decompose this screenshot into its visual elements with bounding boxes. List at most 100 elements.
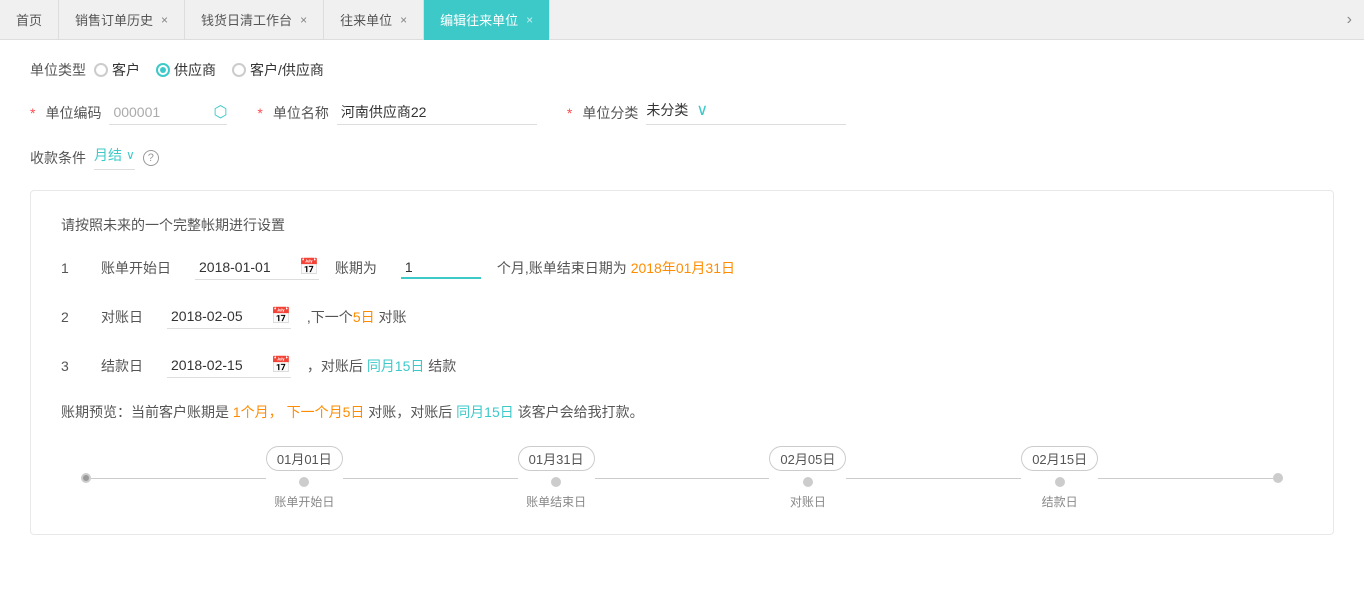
timeline-dot-2 — [551, 477, 561, 487]
tab-sales-order-history-label: 销售订单历史 — [75, 10, 153, 29]
tab-sales-order-history[interactable]: 销售订单历史 × — [59, 0, 185, 40]
unit-code-label: 单位编码 — [45, 103, 101, 123]
chevron-down-icon: ∨ — [126, 148, 135, 162]
setting-label-start: 账单开始日 — [101, 258, 171, 278]
timeline-end-dot — [1273, 473, 1283, 483]
setting-label-payment: 结款日 — [101, 356, 143, 376]
unit-name-label: 单位名称 — [273, 103, 329, 123]
timeline-node-1: 01月01日 账单开始日 — [266, 446, 343, 510]
close-icon[interactable]: × — [526, 13, 533, 27]
category-chevron-icon: ∨ — [696, 100, 708, 120]
timeline-node-label-1: 账单开始日 — [274, 493, 334, 510]
reconcile-date-input-wrapper: 📅 — [167, 304, 291, 329]
timeline-node-label-4: 结款日 — [1042, 493, 1078, 510]
radio-customer-label: 客户 — [112, 60, 140, 80]
payment-terms-group: 收款条件 月结 ∨ ? — [30, 145, 159, 170]
radio-both-label: 客户/供应商 — [250, 60, 324, 80]
timeline-dot-4 — [1055, 477, 1065, 487]
preview-4: 同月15日 — [456, 404, 514, 420]
step-2: 2 — [61, 309, 85, 325]
timeline-line-2 — [343, 478, 518, 479]
timeline-node-label-2: 账单结束日 — [526, 493, 586, 510]
reconcile-highlight: 5日 — [353, 309, 375, 325]
unit-name-input[interactable] — [337, 100, 537, 125]
start-date-input[interactable] — [195, 255, 295, 279]
unit-category-value: 未分类 — [646, 100, 688, 120]
period-label: 账期为 — [335, 258, 377, 278]
tab-partner-units-label: 往来单位 — [340, 10, 392, 29]
setting-label-reconcile: 对账日 — [101, 307, 143, 327]
tab-cash-ledger[interactable]: 钱货日清工作台 × — [185, 0, 324, 40]
timeline: 01月01日 账单开始日 01月31日 账单结束日 02月05日 对账日 02月… — [61, 446, 1303, 510]
step-1: 1 — [61, 260, 85, 276]
radio-supplier-circle — [156, 63, 170, 77]
tab-partner-units[interactable]: 往来单位 × — [324, 0, 424, 40]
preview-3: 对账，对账后 — [368, 404, 452, 420]
setting-row-2: 2 对账日 📅 ,下一个5日 对账 — [61, 304, 1303, 329]
preview-1: 1个月， — [233, 404, 283, 420]
tab-home-label: 首页 — [16, 10, 42, 29]
preview-5: 该客户会给我打款。 — [518, 404, 644, 420]
end-date-highlight: 2018年01月31日 — [631, 260, 735, 276]
help-icon[interactable]: ? — [143, 150, 159, 166]
timeline-dot-1 — [299, 477, 309, 487]
payment-suffix: ，对账后 同月15日 结款 — [307, 356, 456, 376]
payment-terms-label: 收款条件 — [30, 148, 86, 168]
radio-both[interactable]: 客户/供应商 — [232, 60, 324, 80]
timeline-line-4 — [846, 478, 1021, 479]
tab-edit-partner[interactable]: 编辑往来单位 × — [424, 0, 550, 40]
tab-bar: 首页 销售订单历史 × 钱货日清工作台 × 往来单位 × 编辑往来单位 × › — [0, 0, 1364, 40]
unit-type-label: 单位类型 — [30, 60, 86, 80]
payment-date-input-wrapper: 📅 — [167, 353, 291, 378]
required-star-2: * — [257, 105, 262, 121]
settings-box: 请按照未来的一个完整帐期进行设置 1 账单开始日 📅 账期为 个月,账单结束日期… — [30, 190, 1334, 535]
tab-more-button[interactable]: › — [1335, 11, 1364, 29]
radio-group: 客户 供应商 客户/供应商 — [94, 60, 324, 80]
close-icon[interactable]: × — [400, 13, 407, 27]
payment-date-input[interactable] — [167, 353, 267, 377]
setting-row-3: 3 结款日 📅 ，对账后 同月15日 结款 — [61, 353, 1303, 378]
preview-label: 账期预览：当前客户账期是 — [61, 404, 229, 420]
payment-highlight: 同月15日 — [367, 358, 425, 374]
preview-text: 账期预览：当前客户账期是 1个月， 下一个月5日 对账，对账后 同月15日 该客… — [61, 402, 1303, 422]
settings-title: 请按照未来的一个完整帐期进行设置 — [61, 215, 1303, 235]
tab-home[interactable]: 首页 — [0, 0, 59, 40]
payment-terms-select[interactable]: 月结 ∨ — [94, 145, 135, 170]
reconcile-date-input[interactable] — [167, 304, 267, 328]
payment-date-calendar-icon[interactable]: 📅 — [271, 355, 291, 375]
radio-customer[interactable]: 客户 — [94, 60, 140, 80]
reconcile-suffix: ,下一个5日 对账 — [307, 307, 407, 327]
unit-name-group: * 单位名称 — [257, 100, 536, 125]
required-star: * — [30, 105, 35, 121]
timeline-badge-2: 01月31日 — [518, 446, 595, 471]
timeline-badge-4: 02月15日 — [1021, 446, 1098, 471]
payment-terms-row: 收款条件 月结 ∨ ? — [30, 145, 1334, 170]
setting-row-1: 1 账单开始日 📅 账期为 个月,账单结束日期为 2018年01月31日 — [61, 255, 1303, 280]
radio-supplier[interactable]: 供应商 — [156, 60, 216, 80]
period-suffix: 个月,账单结束日期为 2018年01月31日 — [497, 258, 735, 278]
close-icon[interactable]: × — [300, 13, 307, 27]
unit-category-select[interactable]: 未分类 ∨ — [646, 100, 846, 125]
timeline-node-4: 02月15日 结款日 — [1021, 446, 1098, 510]
timeline-node-3: 02月05日 对账日 — [769, 446, 846, 510]
copy-icon[interactable]: ⬡ — [213, 102, 227, 122]
timeline-dot-3 — [803, 477, 813, 487]
unit-code-group: * 单位编码 ⬡ — [30, 100, 227, 125]
close-icon[interactable]: × — [161, 13, 168, 27]
unit-code-input[interactable] — [109, 100, 209, 124]
timeline-line-3 — [595, 478, 770, 479]
radio-both-circle — [232, 63, 246, 77]
tab-edit-partner-label: 编辑往来单位 — [440, 10, 518, 29]
timeline-node-2: 01月31日 账单结束日 — [518, 446, 595, 510]
start-date-calendar-icon[interactable]: 📅 — [299, 257, 319, 277]
payment-terms-value: 月结 — [94, 145, 122, 165]
timeline-badge-1: 01月01日 — [266, 446, 343, 471]
main-content: 单位类型 客户 供应商 客户/供应商 * 单位编码 — [0, 40, 1364, 608]
period-input[interactable] — [401, 257, 481, 279]
unit-category-label: 单位分类 — [582, 103, 638, 123]
timeline-badge-3: 02月05日 — [769, 446, 846, 471]
timeline-line-5 — [1098, 478, 1273, 479]
timeline-node-label-3: 对账日 — [790, 493, 826, 510]
reconcile-date-calendar-icon[interactable]: 📅 — [271, 306, 291, 326]
tab-cash-ledger-label: 钱货日清工作台 — [201, 10, 292, 29]
